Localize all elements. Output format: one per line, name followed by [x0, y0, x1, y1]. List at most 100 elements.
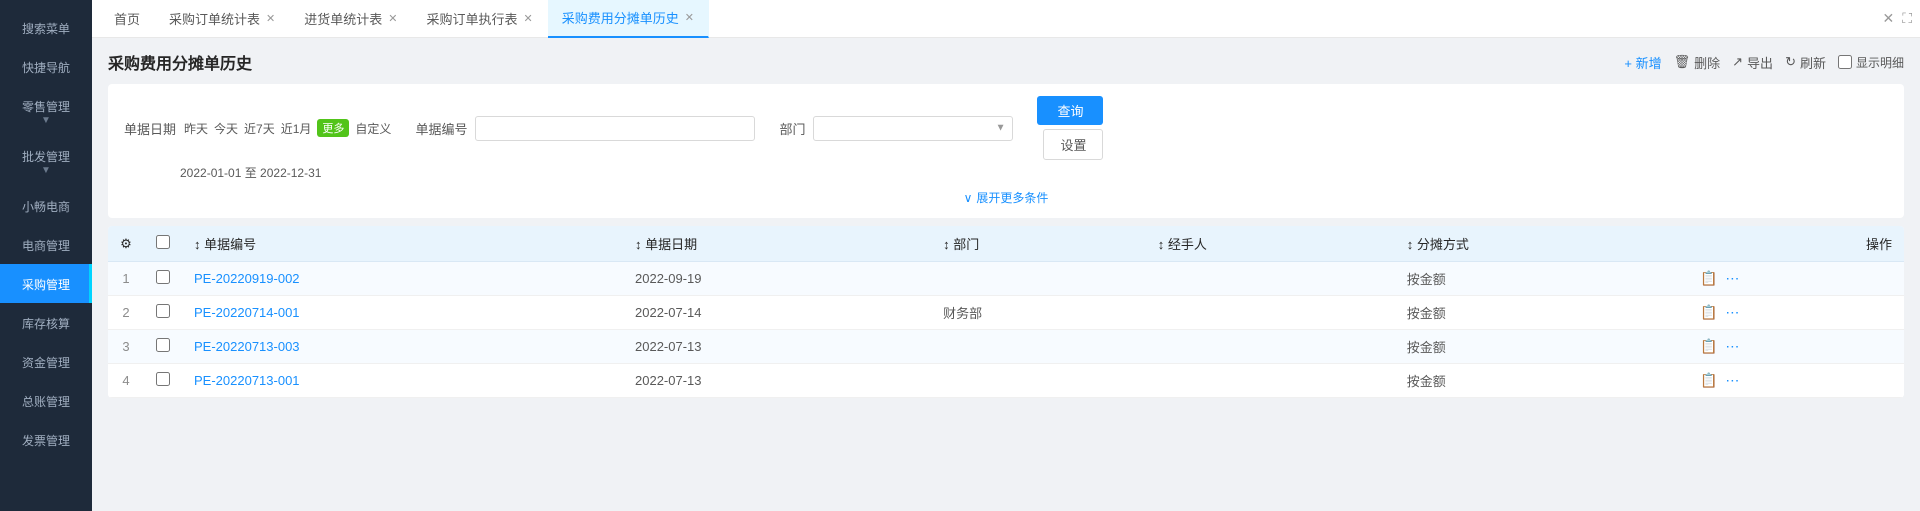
filter-row: 单据日期 昨天 今天 近7天 近1月 更多 自定义 单据编号 — [124, 96, 1888, 160]
row-4-more-icon[interactable]: ⋯ — [1725, 372, 1739, 389]
row-3-op: 📋 ⋯ — [1688, 330, 1904, 364]
wholesale-arrow-icon: ▼ — [4, 165, 88, 176]
row-4-date: 2022-07-13 — [623, 364, 931, 398]
shortcut-more[interactable]: 更多 — [317, 119, 349, 137]
table-col-setting[interactable]: ⚙ — [108, 226, 144, 262]
tab-close-purchase-exec[interactable]: ✕ — [524, 12, 533, 25]
row-3-date: 2022-07-13 — [623, 330, 931, 364]
sidebar-item-finance[interactable]: 资金管理 — [0, 342, 92, 381]
table-col-doc-no[interactable]: ↕ 单据编号 — [182, 226, 623, 262]
row-1-num: 1 — [108, 262, 144, 296]
sidebar-item-quick-nav[interactable]: 快捷导航 — [0, 47, 92, 86]
row-4-edit-icon[interactable]: 📋 — [1700, 372, 1717, 389]
shortcut-today[interactable]: 今天 — [214, 120, 238, 137]
row-3-handler — [1146, 330, 1395, 364]
table-row: 4 PE-20220713-001 2022-07-13 按金额 📋 ⋯ — [108, 364, 1904, 398]
refresh-button[interactable]: ↻ 刷新 — [1785, 53, 1826, 72]
data-table: ⚙ ↕ 单据编号 ↕ 单据日期 ↕ 部门 ↕ 经手人 ↕ 分摊方式 操作 1 — [108, 226, 1904, 398]
table-col-handler[interactable]: ↕ 经手人 — [1146, 226, 1395, 262]
page-header: 采购费用分摊单历史 + 新增 🗑 删除 ↗ 导出 ↻ 刷新 显示明细 — [108, 50, 1904, 74]
page-title: 采购费用分摊单历史 — [108, 50, 252, 74]
sidebar-item-invoice[interactable]: 发票管理 — [0, 420, 92, 459]
expand-more-btn[interactable]: ∨ 展开更多条件 — [124, 189, 1888, 206]
shortcut-custom[interactable]: 自定义 — [355, 120, 391, 137]
retail-arrow-icon: ▼ — [4, 115, 88, 126]
sidebar-item-inventory[interactable]: 库存核算 — [0, 303, 92, 342]
row-1-doc-no: PE-20220919-002 — [182, 262, 623, 296]
doc-no-label: 单据编号 — [415, 119, 467, 138]
dept-input[interactable] — [813, 116, 1013, 141]
tab-purchase-exec[interactable]: 采购订单执行表 ✕ — [412, 0, 547, 38]
tab-close-goods-stats[interactable]: ✕ — [388, 12, 397, 25]
dept-label: 部门 — [779, 119, 805, 138]
table-col-split-method[interactable]: ↕ 分摊方式 — [1395, 226, 1688, 262]
delete-icon: 🗑 — [1674, 54, 1691, 70]
tab-purchase-cost-history[interactable]: 采购费用分摊单历史 ✕ — [548, 0, 709, 38]
row-4-doc-no-link[interactable]: PE-20220713-001 — [194, 373, 300, 388]
tab-close-purchase-order-stats[interactable]: ✕ — [266, 12, 275, 25]
tab-close-purchase-cost-history[interactable]: ✕ — [685, 11, 694, 24]
tab-controls: ✕ ⛶ — [1882, 10, 1912, 27]
shortcut-7days[interactable]: 近7天 — [244, 120, 275, 137]
row-4-split-method: 按金额 — [1395, 364, 1688, 398]
row-1-edit-icon[interactable]: 📋 — [1700, 270, 1717, 287]
table-col-date[interactable]: ↕ 单据日期 — [623, 226, 931, 262]
row-4-checkbox-cell — [144, 364, 182, 398]
row-3-checkbox[interactable] — [156, 338, 170, 352]
sidebar-item-ecommerce-small[interactable]: 小畅电商 — [0, 186, 92, 225]
shortcut-yesterday[interactable]: 昨天 — [184, 120, 208, 137]
row-1-more-icon[interactable]: ⋯ — [1725, 270, 1739, 287]
row-2-split-method: 按金额 — [1395, 296, 1688, 330]
row-2-handler — [1146, 296, 1395, 330]
add-button[interactable]: + 新增 — [1624, 53, 1661, 72]
row-4-doc-no: PE-20220713-001 — [182, 364, 623, 398]
sidebar-item-ledger[interactable]: 总账管理 — [0, 381, 92, 420]
delete-button[interactable]: 🗑 删除 — [1674, 53, 1721, 72]
row-3-more-icon[interactable]: ⋯ — [1725, 338, 1739, 355]
sidebar-item-ecommerce[interactable]: 电商管理 — [0, 225, 92, 264]
row-2-edit-icon[interactable]: 📋 — [1700, 304, 1717, 321]
shortcut-1month[interactable]: 近1月 — [281, 120, 312, 137]
row-1-checkbox[interactable] — [156, 270, 170, 284]
row-3-doc-no-link[interactable]: PE-20220713-003 — [194, 339, 300, 354]
sidebar-item-wholesale[interactable]: 批发管理 ▼ — [0, 136, 92, 186]
select-all-checkbox[interactable] — [156, 235, 170, 249]
tab-home[interactable]: 首页 — [100, 0, 155, 38]
setting-button[interactable]: 设置 — [1043, 129, 1103, 160]
row-4-checkbox[interactable] — [156, 372, 170, 386]
table-col-op: 操作 — [1688, 226, 1904, 262]
table-header-row: ⚙ ↕ 单据编号 ↕ 单据日期 ↕ 部门 ↕ 经手人 ↕ 分摊方式 操作 — [108, 226, 1904, 262]
show-columns-checkbox[interactable] — [1838, 55, 1852, 69]
sidebar: 搜索菜单 快捷导航 零售管理 ▼ 批发管理 ▼ 小畅电商 电商管理 采购管理 库… — [0, 0, 92, 511]
query-button[interactable]: 查询 — [1037, 96, 1103, 125]
doc-no-input[interactable] — [475, 116, 755, 141]
sidebar-item-retail[interactable]: 零售管理 ▼ — [0, 86, 92, 136]
row-1-date: 2022-09-19 — [623, 262, 931, 296]
row-3-checkbox-cell — [144, 330, 182, 364]
sidebar-item-purchase[interactable]: 采购管理 — [0, 264, 92, 303]
row-1-checkbox-cell — [144, 262, 182, 296]
dept-select-wrapper — [813, 116, 1013, 141]
table-col-dept[interactable]: ↕ 部门 — [931, 226, 1146, 262]
row-1-dept — [931, 262, 1146, 296]
row-3-edit-icon[interactable]: 📋 — [1700, 338, 1717, 355]
row-2-checkbox[interactable] — [156, 304, 170, 318]
row-2-op: 📋 ⋯ — [1688, 296, 1904, 330]
tab-goods-stats[interactable]: 进货单统计表 ✕ — [290, 0, 412, 38]
show-columns-checkbox-wrapper[interactable]: 显示明细 — [1838, 54, 1904, 71]
tab-purchase-order-stats[interactable]: 采购订单统计表 ✕ — [155, 0, 290, 38]
row-4-handler — [1146, 364, 1395, 398]
row-2-doc-no-link[interactable]: PE-20220714-001 — [194, 305, 300, 320]
export-button[interactable]: ↗ 导出 — [1732, 53, 1773, 72]
query-actions: 查询 设置 — [1037, 96, 1103, 160]
sidebar-item-search[interactable]: 搜索菜单 — [0, 8, 92, 47]
row-2-more-icon[interactable]: ⋯ — [1725, 304, 1739, 321]
row-2-checkbox-cell — [144, 296, 182, 330]
filter-area: 单据日期 昨天 今天 近7天 近1月 更多 自定义 单据编号 — [108, 84, 1904, 218]
row-1-doc-no-link[interactable]: PE-20220919-002 — [194, 271, 300, 286]
table-row: 2 PE-20220714-001 2022-07-14 财务部 按金额 📋 ⋯ — [108, 296, 1904, 330]
row-2-doc-no: PE-20220714-001 — [182, 296, 623, 330]
tab-close-all-icon[interactable]: ✕ — [1882, 10, 1894, 27]
tab-maximize-icon[interactable]: ⛶ — [1902, 10, 1912, 27]
row-2-date: 2022-07-14 — [623, 296, 931, 330]
